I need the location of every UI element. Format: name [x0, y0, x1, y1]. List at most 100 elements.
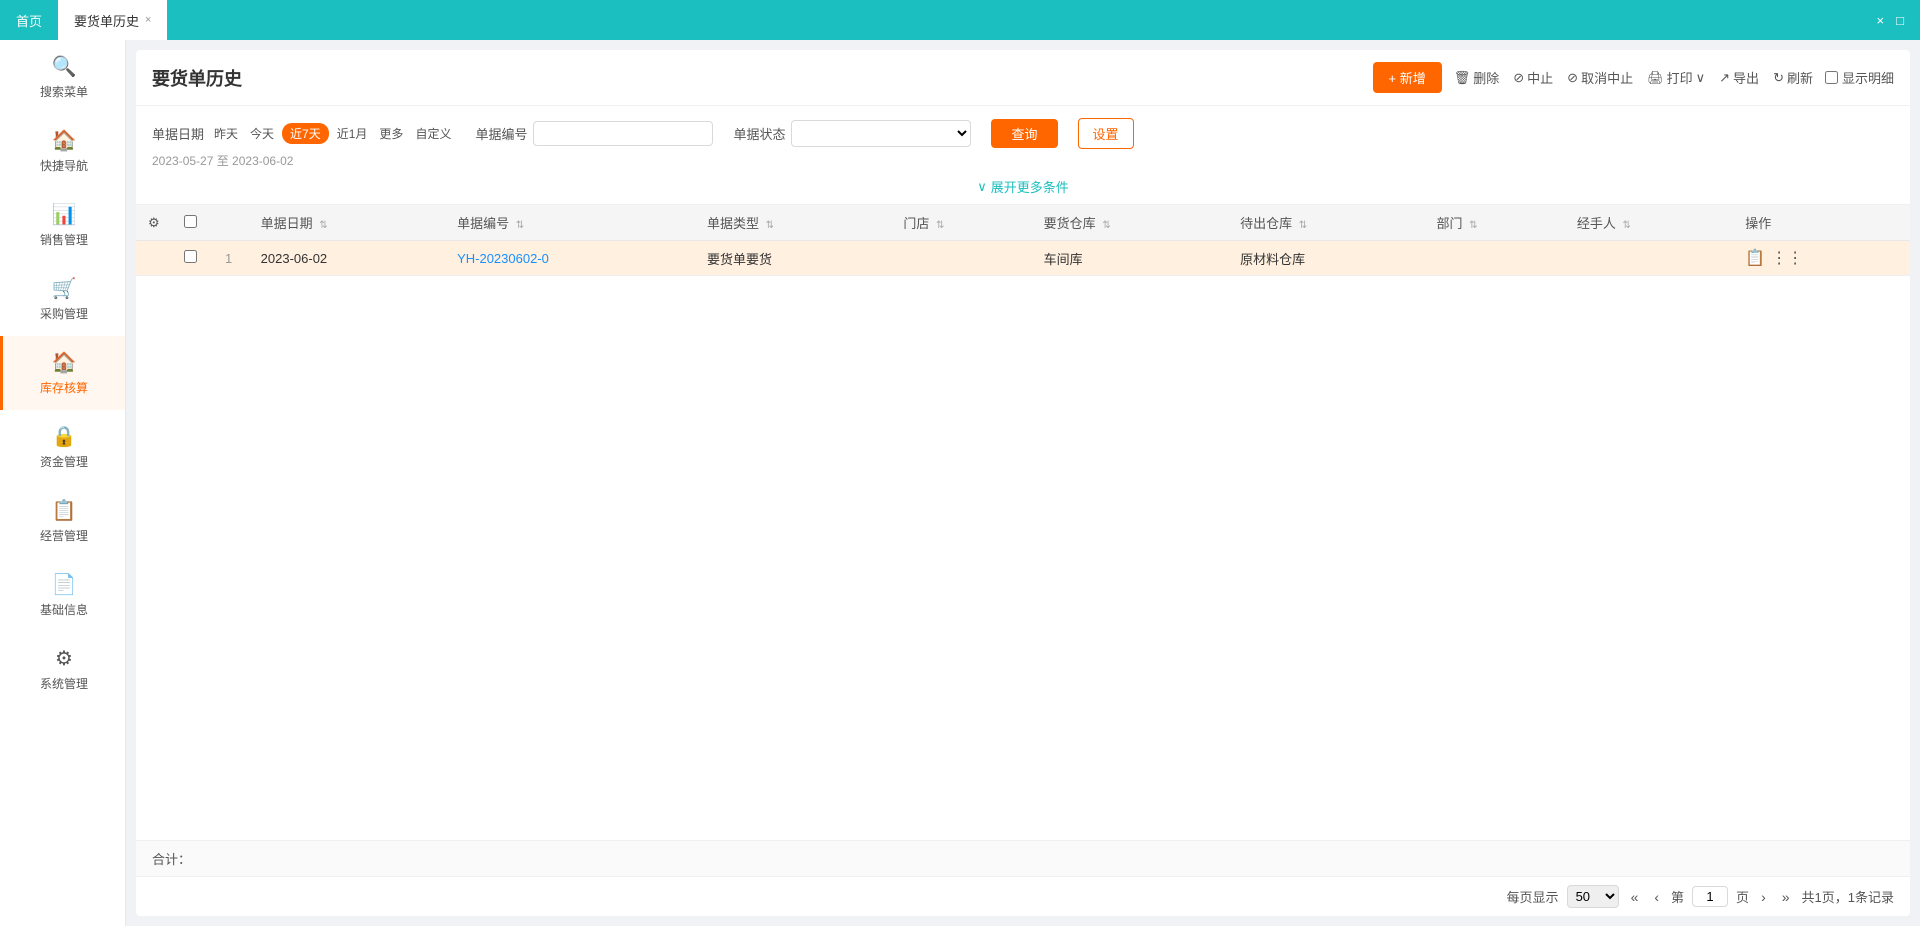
tab-close-icon[interactable]: ×: [145, 14, 151, 26]
export-button[interactable]: ↗ 导出: [1717, 64, 1761, 91]
sidebar-item-search-label: 搜索菜单: [40, 83, 88, 100]
sidebar: 🔍 搜索菜单 🏠 快捷导航 📊 销售管理 🛒 采购管理 🏠 库存核算 🔒 资金管…: [0, 40, 126, 926]
window-close-btn[interactable]: ×: [1877, 13, 1885, 28]
date-shortcut-7days[interactable]: 近7天: [282, 123, 329, 144]
show-detail-checkbox[interactable]: [1825, 71, 1838, 84]
sidebar-item-finance-label: 资金管理: [40, 453, 88, 470]
row-store: [891, 241, 1031, 276]
row-num: 1: [209, 241, 249, 276]
sidebar-item-inventory-label: 库存核算: [40, 379, 88, 396]
date-shortcut-1month[interactable]: 近1月: [333, 123, 372, 144]
sort-pending-warehouse-icon[interactable]: ⇅: [1299, 220, 1307, 231]
export-label: 导出: [1733, 68, 1759, 87]
th-department: 部门 ⇅: [1425, 205, 1565, 241]
th-req-warehouse-label: 要货仓库: [1044, 216, 1096, 231]
page-input[interactable]: [1692, 886, 1728, 907]
new-button[interactable]: + 新增: [1373, 62, 1442, 93]
total-info: 共1页，1条记录: [1802, 887, 1894, 906]
delete-icon: 🗑: [1454, 70, 1471, 86]
th-num: [209, 205, 249, 241]
delete-button[interactable]: 🗑 删除: [1452, 64, 1502, 91]
expand-more-btn[interactable]: ∨ 展开更多条件: [152, 177, 1894, 196]
th-doc-no-label: 单据编号: [457, 216, 509, 231]
sidebar-item-operations-mgmt[interactable]: 📋 经营管理: [0, 484, 125, 558]
row-handler: [1565, 241, 1733, 276]
row-req-warehouse: 车间库: [1032, 241, 1228, 276]
page-title: 要货单历史: [152, 65, 1373, 91]
print-button[interactable]: 🖨 打印 ∨: [1645, 64, 1707, 91]
row-doc-type: 要货单要货: [695, 241, 891, 276]
th-store: 门店 ⇅: [891, 205, 1031, 241]
th-pending-warehouse-label: 待出仓库: [1240, 216, 1292, 231]
docno-input[interactable]: [533, 121, 713, 146]
row-pending-warehouse: 原材料仓库: [1228, 241, 1424, 276]
sidebar-item-inventory-calc[interactable]: 🏠 库存核算: [0, 336, 125, 410]
tab-requisition-label: 要货单历史: [74, 11, 139, 30]
sidebar-item-quick-nav[interactable]: 🏠 快捷导航: [0, 114, 125, 188]
table-footer: 合计：: [136, 840, 1910, 876]
sidebar-item-finance-mgmt[interactable]: 🔒 资金管理: [0, 410, 125, 484]
select-all-checkbox[interactable]: [184, 215, 197, 228]
settings-button[interactable]: 设置: [1078, 118, 1134, 149]
stop-icon: ⊘: [1513, 70, 1524, 86]
table-header-row: ⚙ 单据日期 ⇅ 单据编号: [136, 205, 1910, 241]
sidebar-item-search-menu[interactable]: 🔍 搜索菜单: [0, 40, 125, 114]
sort-doc-date-icon[interactable]: ⇅: [319, 220, 327, 231]
window-maximize-btn[interactable]: □: [1896, 13, 1904, 28]
doc-no-link[interactable]: YH-20230602-0: [457, 251, 549, 266]
date-shortcut-today[interactable]: 今天: [246, 123, 278, 144]
stop-button[interactable]: ⊘ 中止: [1511, 64, 1555, 91]
print-icon: 🖨: [1647, 70, 1664, 86]
date-shortcut-custom[interactable]: 自定义: [411, 123, 455, 144]
sidebar-item-purchase-mgmt[interactable]: 🛒 采购管理: [0, 262, 125, 336]
sidebar-item-system-mgmt[interactable]: ⚙ 系统管理: [0, 632, 125, 706]
main-layout: 🔍 搜索菜单 🏠 快捷导航 📊 销售管理 🛒 采购管理 🏠 库存核算 🔒 资金管…: [0, 40, 1920, 926]
tab-home[interactable]: 首页: [0, 0, 58, 40]
th-doc-type-label: 单据类型: [707, 216, 759, 231]
sort-req-warehouse-icon[interactable]: ⇅: [1102, 220, 1110, 231]
th-doc-date: 单据日期 ⇅: [249, 205, 445, 241]
content-area: 要货单历史 + 新增 🗑 删除 ⊘ 中止 ⊘ 取消中止: [126, 40, 1920, 926]
sort-doc-no-icon[interactable]: ⇅: [516, 220, 524, 231]
chart-icon: 📊: [52, 202, 77, 227]
show-detail-toggle[interactable]: 显示明细: [1825, 68, 1894, 87]
sidebar-item-sales-mgmt[interactable]: 📊 销售管理: [0, 188, 125, 262]
query-button[interactable]: 查询: [991, 119, 1057, 148]
row-view-btn[interactable]: 📋: [1745, 248, 1765, 268]
docno-filter-label: 单据编号: [475, 124, 527, 143]
page-size-select[interactable]: 50 10 20 100: [1567, 885, 1619, 908]
th-action: 操作: [1733, 205, 1910, 241]
row-more-btn[interactable]: ⋮⋮: [1771, 248, 1803, 268]
page-size-label: 每页显示: [1507, 887, 1559, 906]
page-label: 第: [1671, 887, 1684, 906]
cancel-stop-button[interactable]: ⊘ 取消中止: [1565, 64, 1635, 91]
th-department-label: 部门: [1437, 216, 1463, 231]
tab-requisition-history[interactable]: 要货单历史 ×: [58, 0, 167, 40]
sort-doc-type-icon[interactable]: ⇅: [766, 220, 774, 231]
th-store-label: 门店: [903, 216, 929, 231]
prev-page-btn[interactable]: ‹: [1650, 887, 1663, 907]
sort-department-icon[interactable]: ⇅: [1469, 220, 1477, 231]
refresh-button[interactable]: ↻ 刷新: [1771, 64, 1815, 91]
status-select[interactable]: [791, 120, 971, 147]
sum-label: 合计：: [152, 852, 191, 867]
filter-bar: 单据日期 昨天 今天 近7天 近1月 更多 自定义 单据编号: [136, 106, 1910, 205]
sort-handler-icon[interactable]: ⇅: [1622, 220, 1630, 231]
last-page-btn[interactable]: »: [1778, 887, 1794, 907]
date-shortcut-yesterday[interactable]: 昨天: [210, 123, 242, 144]
cancel-stop-label: 取消中止: [1581, 68, 1633, 87]
first-page-btn[interactable]: «: [1627, 887, 1643, 907]
basic-info-icon: 📄: [52, 572, 77, 597]
row-checkbox[interactable]: [184, 250, 197, 263]
sort-store-icon[interactable]: ⇅: [936, 220, 944, 231]
th-doc-no: 单据编号 ⇅: [445, 205, 695, 241]
sidebar-item-basic-info[interactable]: 📄 基础信息: [0, 558, 125, 632]
th-pending-warehouse: 待出仓库 ⇅: [1228, 205, 1424, 241]
date-filter-group: 单据日期 昨天 今天 近7天 近1月 更多 自定义: [152, 123, 455, 144]
column-settings-icon[interactable]: ⚙: [148, 215, 160, 230]
th-settings: ⚙: [136, 205, 172, 241]
refresh-label: 刷新: [1787, 68, 1813, 87]
page-content: 要货单历史 + 新增 🗑 删除 ⊘ 中止 ⊘ 取消中止: [136, 50, 1910, 916]
date-shortcut-more[interactable]: 更多: [375, 123, 407, 144]
next-page-btn[interactable]: ›: [1757, 887, 1770, 907]
